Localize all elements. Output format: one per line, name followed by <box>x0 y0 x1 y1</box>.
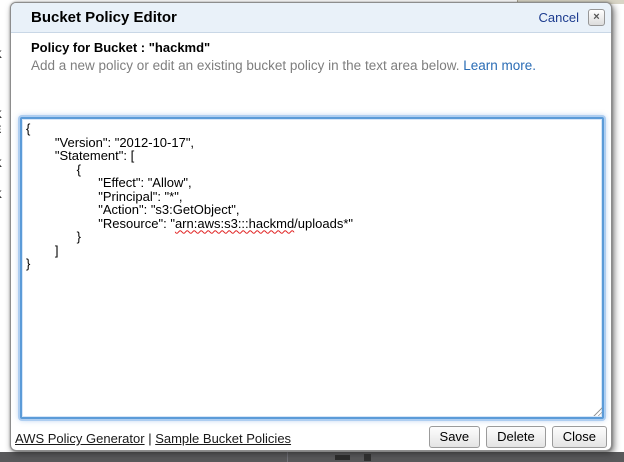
background-divider <box>287 452 288 462</box>
bucket-policy-editor-dialog: Bucket Policy Editor Cancel × Policy for… <box>10 2 612 451</box>
aws-policy-generator-link[interactable]: AWS Policy Generator <box>15 431 145 446</box>
dialog-title: Bucket Policy Editor <box>31 9 539 26</box>
close-button[interactable]: Close <box>552 426 607 448</box>
delete-button[interactable]: Delete <box>486 426 546 448</box>
background-text-fragment <box>364 454 371 461</box>
footer-links: AWS Policy Generator | Sample Bucket Pol… <box>15 431 291 446</box>
bucket-policy-subtitle: Policy for Bucket : "hackmd" <box>31 40 210 55</box>
spellcheck-underline: arn:aws:s3:::hackmd <box>175 216 294 231</box>
close-icon: × <box>593 12 599 23</box>
background-text-fragment <box>335 455 350 460</box>
cancel-link[interactable]: Cancel <box>539 10 579 25</box>
description-text: Add a new policy or edit an existing buc… <box>31 58 536 73</box>
learn-more-link[interactable]: Learn more. <box>463 58 536 73</box>
background-text-fragment: K <box>0 109 8 121</box>
save-button[interactable]: Save <box>429 426 481 448</box>
background-bottom-band <box>0 452 624 462</box>
background-text-fragment: K <box>0 189 8 201</box>
background-text-fragment: E <box>0 124 8 136</box>
background-text-fragment: K <box>0 49 8 61</box>
dialog-header: Bucket Policy Editor Cancel × <box>11 3 611 33</box>
footer-buttons: Save Delete Close <box>429 426 607 448</box>
background-left-edge: K K E K K <box>0 0 9 452</box>
background-text-fragment: K <box>0 158 8 170</box>
policy-textarea[interactable]: { "Version": "2012-10-17", "Statement": … <box>20 117 604 419</box>
description-label: Add a new policy or edit an existing buc… <box>31 58 460 73</box>
sample-bucket-policies-link[interactable]: Sample Bucket Policies <box>155 431 291 446</box>
dialog-close-button[interactable]: × <box>588 9 605 26</box>
